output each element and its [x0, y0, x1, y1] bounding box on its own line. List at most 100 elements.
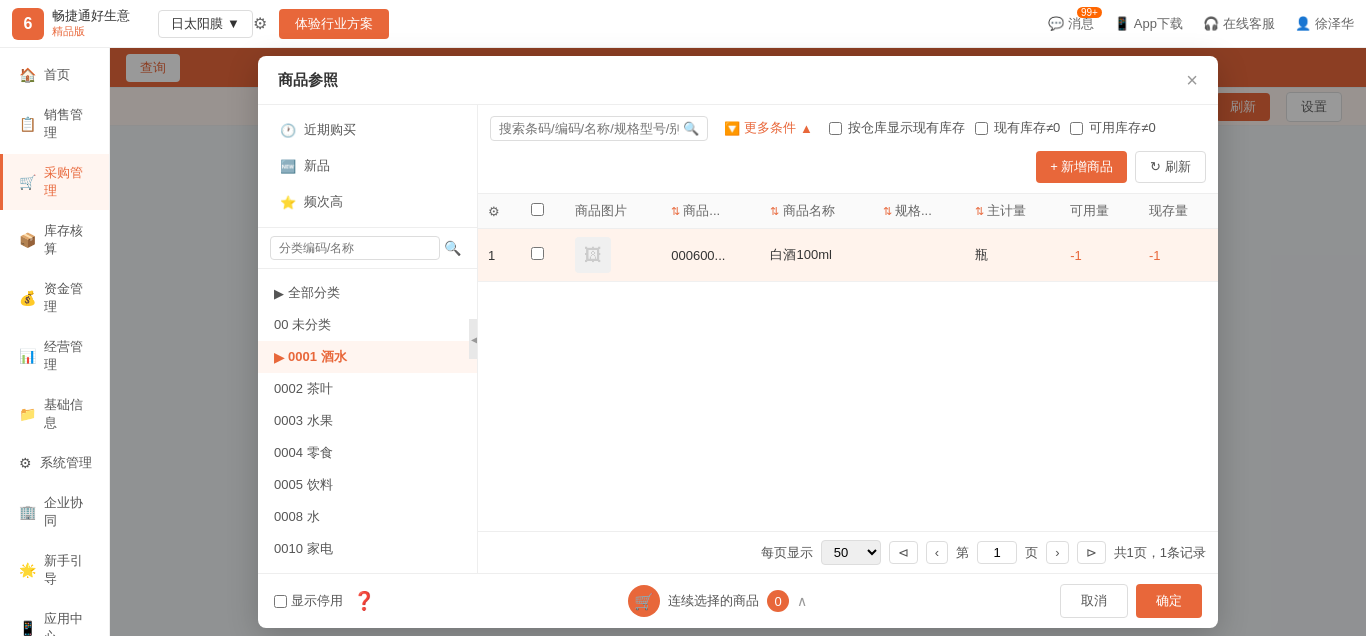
row-spec [873, 229, 965, 282]
sidebar-item-guide[interactable]: 🌟 新手引导 [0, 542, 109, 598]
product-search-icon[interactable]: 🔍 [683, 121, 699, 136]
col-unit-label: 主计量 [987, 203, 1026, 218]
category-search-btn[interactable]: 🔍 [440, 240, 465, 256]
category-search-input[interactable] [270, 236, 440, 260]
table-row[interactable]: 1 🖼 000600... 白酒100ml 瓶 [478, 229, 1218, 282]
filter-arrow: ▲ [800, 121, 813, 136]
cat-tea[interactable]: 0002 茶叶 [258, 373, 477, 405]
sidebar-item-system[interactable]: ⚙ 系统管理 [0, 444, 109, 482]
sidebar-home-label: 首页 [44, 66, 70, 84]
show-disabled-label[interactable]: 显示停用 [291, 592, 343, 610]
page-number-input[interactable] [977, 541, 1017, 564]
refresh-table-btn[interactable]: ↻ 刷新 [1135, 151, 1206, 183]
modal-left-panel: 🕐 近期购买 🆕 新品 ⭐ 频次高 [258, 105, 478, 573]
sales-icon: 📋 [19, 116, 36, 132]
sidebar-item-purchase[interactable]: 🛒 采购管理 [0, 154, 109, 210]
cat-fruit-label: 0003 水果 [274, 412, 333, 430]
first-page-btn[interactable]: ⊲ [889, 541, 918, 564]
collapse-btn[interactable]: ◀◀ [469, 319, 478, 359]
sidebar-item-basic[interactable]: 📁 基础信息 [0, 386, 109, 442]
sidebar-purchase-label: 采购管理 [44, 164, 93, 200]
add-product-btn[interactable]: + 新增商品 [1036, 151, 1127, 183]
sidebar-system-label: 系统管理 [40, 454, 92, 472]
select-all-checkbox[interactable] [531, 203, 544, 216]
sidebar-item-operations[interactable]: 📊 经营管理 [0, 328, 109, 384]
page-word: 第 [956, 544, 969, 562]
cat-alcohol[interactable]: ▶ 0001 酒水 [258, 341, 477, 373]
help-icon[interactable]: ❓ [353, 590, 375, 612]
sidebar-item-enterprise[interactable]: 🏢 企业协同 [0, 484, 109, 540]
cat-fruit[interactable]: 0003 水果 [258, 405, 477, 437]
messages-item[interactable]: 💬 消息 99+ [1048, 15, 1094, 33]
modal-title: 商品参照 [278, 71, 338, 90]
existing-checkbox[interactable] [975, 122, 988, 135]
confirm-btn[interactable]: 确定 [1136, 584, 1202, 618]
product-search-input[interactable] [499, 121, 679, 136]
modal-close-btn[interactable]: × [1186, 70, 1198, 90]
sidebar-inventory-label: 库存核算 [44, 222, 93, 258]
recent-purchase-tab[interactable]: 🕐 近期购买 [270, 113, 465, 147]
col-settings[interactable]: ⚙ [478, 194, 521, 229]
cat-all[interactable]: ▶ 全部分类 [258, 277, 477, 309]
sidebar-item-home[interactable]: 🏠 首页 [0, 56, 109, 94]
enterprise-icon: 🏢 [19, 504, 36, 520]
available-checkbox[interactable] [1070, 122, 1083, 135]
headset-icon: 🎧 [1203, 16, 1219, 31]
cancel-btn[interactable]: 取消 [1060, 584, 1128, 618]
new-label: 新品 [304, 157, 330, 175]
row-checkbox[interactable] [521, 229, 565, 282]
filter-icon: 🔽 [724, 121, 740, 136]
new-product-tab[interactable]: 🆕 新品 [270, 149, 465, 183]
per-page-label: 每页显示 [761, 544, 813, 562]
col-stock: 现存量 [1139, 194, 1218, 229]
col-unit: ⇅ 主计量 [965, 194, 1060, 229]
nav-selector[interactable]: 日太阳膜 ▼ [158, 10, 253, 38]
show-disabled-checkbox[interactable] [274, 595, 287, 608]
category-search-area: 🔍 [258, 228, 477, 269]
col-unit-sort[interactable]: ⇅ [975, 205, 987, 217]
expand-icon[interactable]: ∧ [797, 593, 807, 609]
warehouse-checkbox[interactable] [829, 122, 842, 135]
gear-icon[interactable]: ⚙ [253, 14, 267, 33]
user-area[interactable]: 👤 徐泽华 [1295, 15, 1354, 33]
logo-icon: 6 [12, 8, 44, 40]
online-service-item[interactable]: 🎧 在线客服 [1203, 15, 1275, 33]
per-page-select[interactable]: 50 10 20 100 [821, 540, 881, 565]
col-code-sort[interactable]: ⇅ [671, 205, 683, 217]
sidebar-item-finance[interactable]: 💰 资金管理 [0, 270, 109, 326]
sidebar-item-apps[interactable]: 📱 应用中心 [0, 600, 109, 636]
col-spec-sort[interactable]: ⇅ [883, 205, 895, 217]
existing-checkbox-label[interactable]: 现有库存≠0 [994, 119, 1060, 137]
sidebar-item-sales[interactable]: 📋 销售管理 [0, 96, 109, 152]
available-checkbox-label[interactable]: 可用库存≠0 [1089, 119, 1155, 137]
app-download-item[interactable]: 📱 App下载 [1114, 15, 1183, 33]
last-page-btn[interactable]: ⊳ [1077, 541, 1106, 564]
col-name-sort[interactable]: ⇅ [770, 205, 782, 217]
cat-snack-label: 0004 零食 [274, 444, 333, 462]
col-check [521, 194, 565, 229]
cat-alcohol-label: 0001 酒水 [288, 348, 347, 366]
cat-appliance[interactable]: 0010 家电 [258, 533, 477, 565]
recent-label: 近期购买 [304, 121, 356, 139]
modal-body: 🕐 近期购买 🆕 新品 ⭐ 频次高 [258, 105, 1218, 573]
frequent-tab[interactable]: ⭐ 频次高 [270, 185, 465, 219]
freq-icon: ⭐ [280, 195, 296, 210]
col-spec: ⇅ 规格... [873, 194, 965, 229]
row-check[interactable] [531, 247, 544, 260]
next-page-btn[interactable]: › [1046, 541, 1068, 564]
new-icon: 🆕 [280, 159, 296, 174]
exp-btn[interactable]: 体验行业方案 [279, 9, 389, 39]
filter-btn[interactable]: 🔽 更多条件 ▲ [718, 115, 819, 141]
cat-beverage[interactable]: 0005 饮料 [258, 469, 477, 501]
modal-footer: 显示停用 ❓ 🛒 连续选择的商品 0 ∧ 取消 确定 [258, 573, 1218, 628]
cat-tea-label: 0002 茶叶 [274, 380, 333, 398]
cart-icon[interactable]: 🛒 [628, 585, 660, 617]
modal-toolbar: 🔍 🔽 更多条件 ▲ 按仓库显示现有库存 [478, 105, 1218, 194]
cat-water[interactable]: 0008 水 [258, 501, 477, 533]
logo-sub: 精品版 [52, 24, 130, 39]
cat-snack[interactable]: 0004 零食 [258, 437, 477, 469]
cat-uncategorized[interactable]: 00 未分类 [258, 309, 477, 341]
prev-page-btn[interactable]: ‹ [926, 541, 948, 564]
warehouse-checkbox-label[interactable]: 按仓库显示现有库存 [848, 119, 965, 137]
sidebar-item-inventory[interactable]: 📦 库存核算 [0, 212, 109, 268]
